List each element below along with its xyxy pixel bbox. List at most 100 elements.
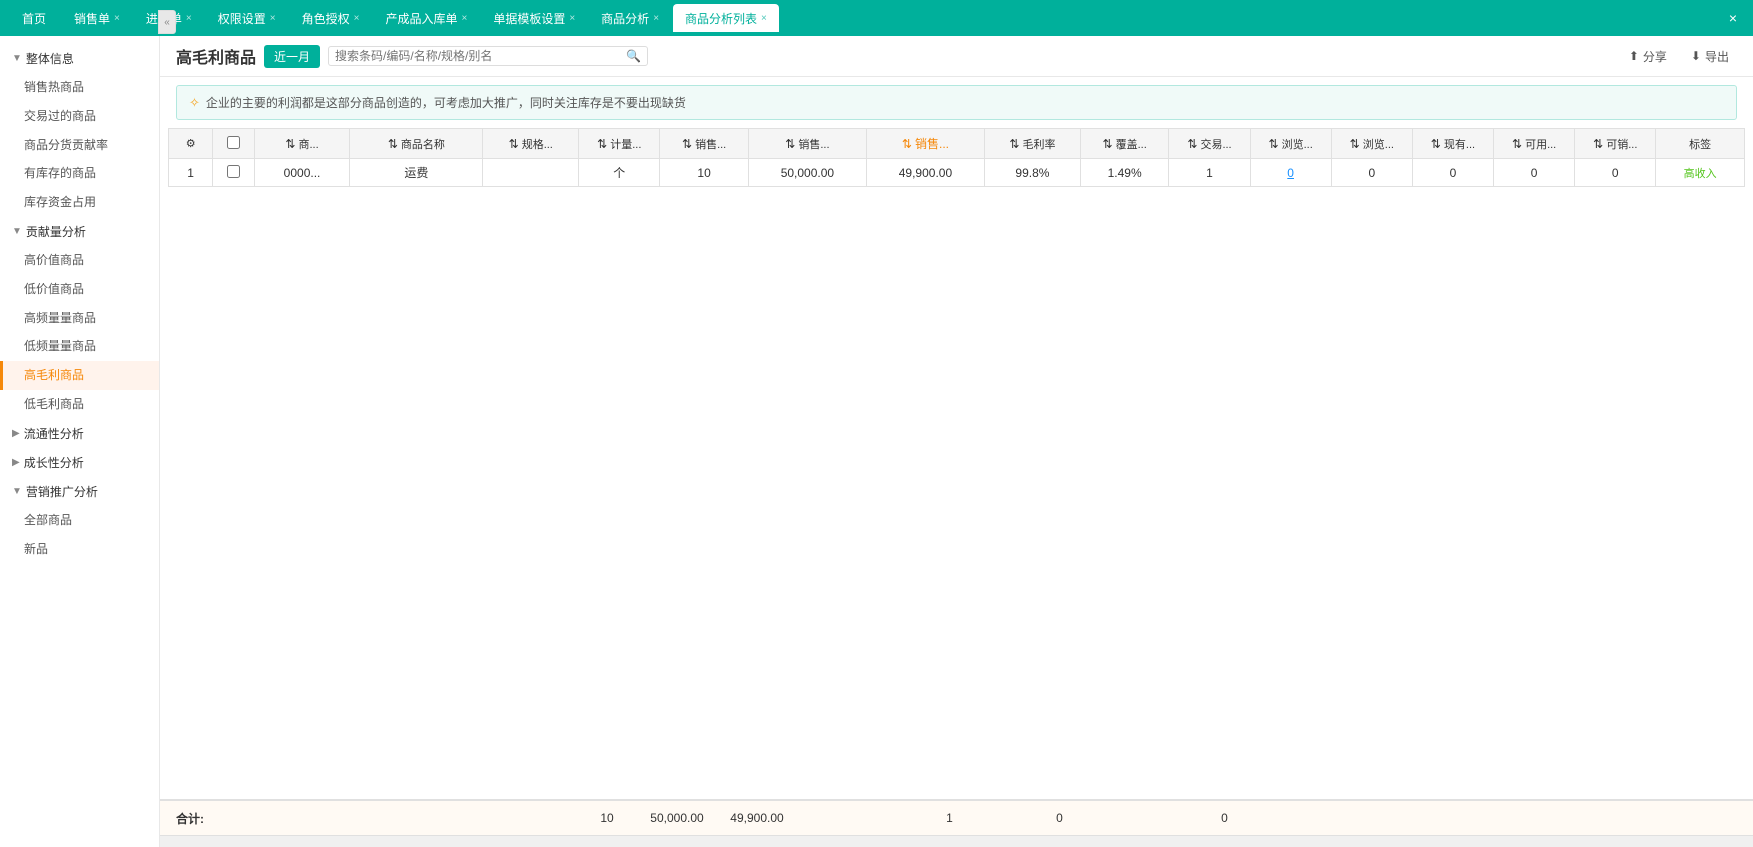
footer-sales-cost: 49,900.00 [717,811,797,825]
cell-coverage: 1.49% [1080,159,1169,187]
sidebar-item-bestsellers[interactable]: 销售热商品 [0,73,159,102]
sidebar-item-high-value[interactable]: 高价值商品 [0,246,159,275]
cell-available: 0 [1494,159,1575,187]
sort-icon-name: ⇅ [388,137,398,151]
nav-home-tab[interactable]: 首页 [8,10,60,27]
share-icon: ⬆ [1629,49,1639,63]
arrow-marketing: ▼ [12,486,22,497]
th-checkbox[interactable] [213,129,254,159]
th-sellable[interactable]: ⇅ 可销... [1575,129,1656,159]
nav-tab-analysis-list[interactable]: 商品分析列表 × [673,4,779,32]
sidebar-item-low-margin[interactable]: 低毛利商品 [0,390,159,419]
cell-browse1[interactable]: 0 [1250,159,1331,187]
cell-spec [483,159,579,187]
th-sales-cost[interactable]: ⇅ 销售... [866,129,984,159]
sidebar-item-high-freq[interactable]: 高频量量商品 [0,304,159,333]
search-icon[interactable]: 🔍 [626,49,641,63]
th-browse2[interactable]: ⇅ 浏览... [1331,129,1412,159]
page-title: 高毛利商品 [176,44,256,68]
sidebar-item-all-goods[interactable]: 全部商品 [0,506,159,535]
cell-index: 1 [169,159,213,187]
th-available[interactable]: ⇅ 可用... [1494,129,1575,159]
main-layout: ▼ 整体信息 销售热商品 交易过的商品 商品分货贡献率 有库存的商品 库存资金占… [0,36,1753,847]
sidebar-item-new-goods[interactable]: 新品 [0,535,159,564]
close-sales-tab[interactable]: × [114,13,120,24]
close-purchase-tab[interactable]: × [186,13,192,24]
close-permissions-tab[interactable]: × [270,13,276,24]
sidebar-item-low-value[interactable]: 低价值商品 [0,275,159,304]
close-template-tab[interactable]: × [569,13,575,24]
th-browse1[interactable]: ⇅ 浏览... [1250,129,1331,159]
cell-sellable: 0 [1575,159,1656,187]
cell-unit: 个 [579,159,660,187]
sidebar-group-wealth[interactable]: ▼ 贡献量分析 [0,217,159,246]
product-table: ⚙ ⇅ 商... ⇅ 商品名称 ⇅ 规格... ⇅ 计量... ⇅ 销售... … [168,128,1745,187]
row-checkbox[interactable] [227,165,240,178]
sort-icon-avail: ⇅ [1512,137,1522,151]
footer-sales-amount: 50,000.00 [637,811,717,825]
th-tag[interactable]: 标签 [1656,129,1745,159]
nav-tab-products[interactable]: 产成品入库单 × [373,4,479,32]
header-actions: ⬆ 分享 ⬇ 导出 [1621,45,1737,68]
th-unit[interactable]: ⇅ 计量... [579,129,660,159]
sidebar-group-marketing[interactable]: ▼ 营销推广分析 [0,477,159,506]
th-current[interactable]: ⇅ 现有... [1412,129,1493,159]
sidebar-item-capital[interactable]: 库存资金占用 [0,188,159,217]
sort-icon-salescost: ⇅ [902,137,912,151]
footer-total-row: 合计: 10 50,000.00 49,900.00 [160,799,1753,835]
th-gross-margin[interactable]: ⇅ 毛利率 [984,129,1080,159]
footer-sellable: 0 [1197,811,1252,825]
sort-icon-browse1: ⇅ [1268,137,1278,151]
sidebar-group-flow[interactable]: ▶ 流通性分析 [0,419,159,448]
export-button[interactable]: ⬇ 导出 [1683,45,1737,68]
sidebar-item-contribution[interactable]: 商品分货贡献率 [0,131,159,160]
table-header-row: ⚙ ⇅ 商... ⇅ 商品名称 ⇅ 规格... ⇅ 计量... ⇅ 销售... … [169,129,1745,159]
close-analysis-tab[interactable]: × [653,13,659,24]
close-products-tab[interactable]: × [461,13,467,24]
select-all-checkbox[interactable] [227,136,240,149]
cell-sales-qty: 10 [660,159,749,187]
sidebar-group-overall[interactable]: ▼ 整体信息 [0,44,159,73]
arrow-growth: ▶ [12,457,20,468]
sort-icon-sell: ⇅ [1593,137,1603,151]
th-name[interactable]: ⇅ 商品名称 [350,129,483,159]
th-spec[interactable]: ⇅ 规格... [483,129,579,159]
th-sales-qty[interactable]: ⇅ 销售... [660,129,749,159]
sort-icon-unit: ⇅ [597,137,607,151]
sidebar: ▼ 整体信息 销售热商品 交易过的商品 商品分货贡献率 有库存的商品 库存资金占… [0,36,160,847]
table-row: 1 0000... 运费 个 10 50,000.00 49,900.00 99… [169,159,1745,187]
horizontal-scrollbar[interactable] [160,835,1753,847]
sort-icon-browse2: ⇅ [1350,137,1360,151]
nav-tab-template[interactable]: 单据模板设置 × [481,4,587,32]
th-settings[interactable]: ⚙ [169,129,213,159]
export-icon: ⬇ [1691,49,1701,63]
sidebar-item-in-stock[interactable]: 有库存的商品 [0,159,159,188]
close-window-button[interactable]: × [1721,6,1745,30]
sidebar-item-trending[interactable]: 交易过的商品 [0,102,159,131]
nav-tab-roles[interactable]: 角色授权 × [290,4,372,32]
sidebar-collapse-button[interactable]: « [158,10,176,34]
nav-tab-sales[interactable]: 销售单 × [62,4,132,32]
th-coverage[interactable]: ⇅ 覆盖... [1080,129,1169,159]
th-code[interactable]: ⇅ 商... [254,129,350,159]
sort-icon-current: ⇅ [1431,137,1441,151]
content-header: 高毛利商品 近一月 🔍 ⬆ 分享 ⬇ 导出 [160,36,1753,77]
footer-browse2: 0 [1032,811,1087,825]
nav-tab-permissions[interactable]: 权限设置 × [206,4,288,32]
search-input[interactable] [335,49,622,63]
sort-icon-spec: ⇅ [509,137,519,151]
sidebar-item-high-margin[interactable]: 高毛利商品 [0,361,159,390]
cell-checkbox[interactable] [213,159,254,187]
share-button[interactable]: ⬆ 分享 [1621,45,1675,68]
th-transactions[interactable]: ⇅ 交易... [1169,129,1250,159]
sidebar-group-growth[interactable]: ▶ 成长性分析 [0,448,159,477]
close-analysis-list-tab[interactable]: × [761,13,767,24]
close-roles-tab[interactable]: × [354,13,360,24]
date-filter-button[interactable]: 近一月 [264,45,320,68]
sidebar-item-low-freq[interactable]: 低频量量商品 [0,332,159,361]
content-area: 高毛利商品 近一月 🔍 ⬆ 分享 ⬇ 导出 ✧ 企业的主要的利润都是这部分商品创… [160,36,1753,847]
table-container: ⚙ ⇅ 商... ⇅ 商品名称 ⇅ 规格... ⇅ 计量... ⇅ 销售... … [160,128,1753,799]
nav-tab-analysis[interactable]: 商品分析 × [589,4,671,32]
cell-gross-margin: 99.8% [984,159,1080,187]
th-sales-amount[interactable]: ⇅ 销售... [748,129,866,159]
